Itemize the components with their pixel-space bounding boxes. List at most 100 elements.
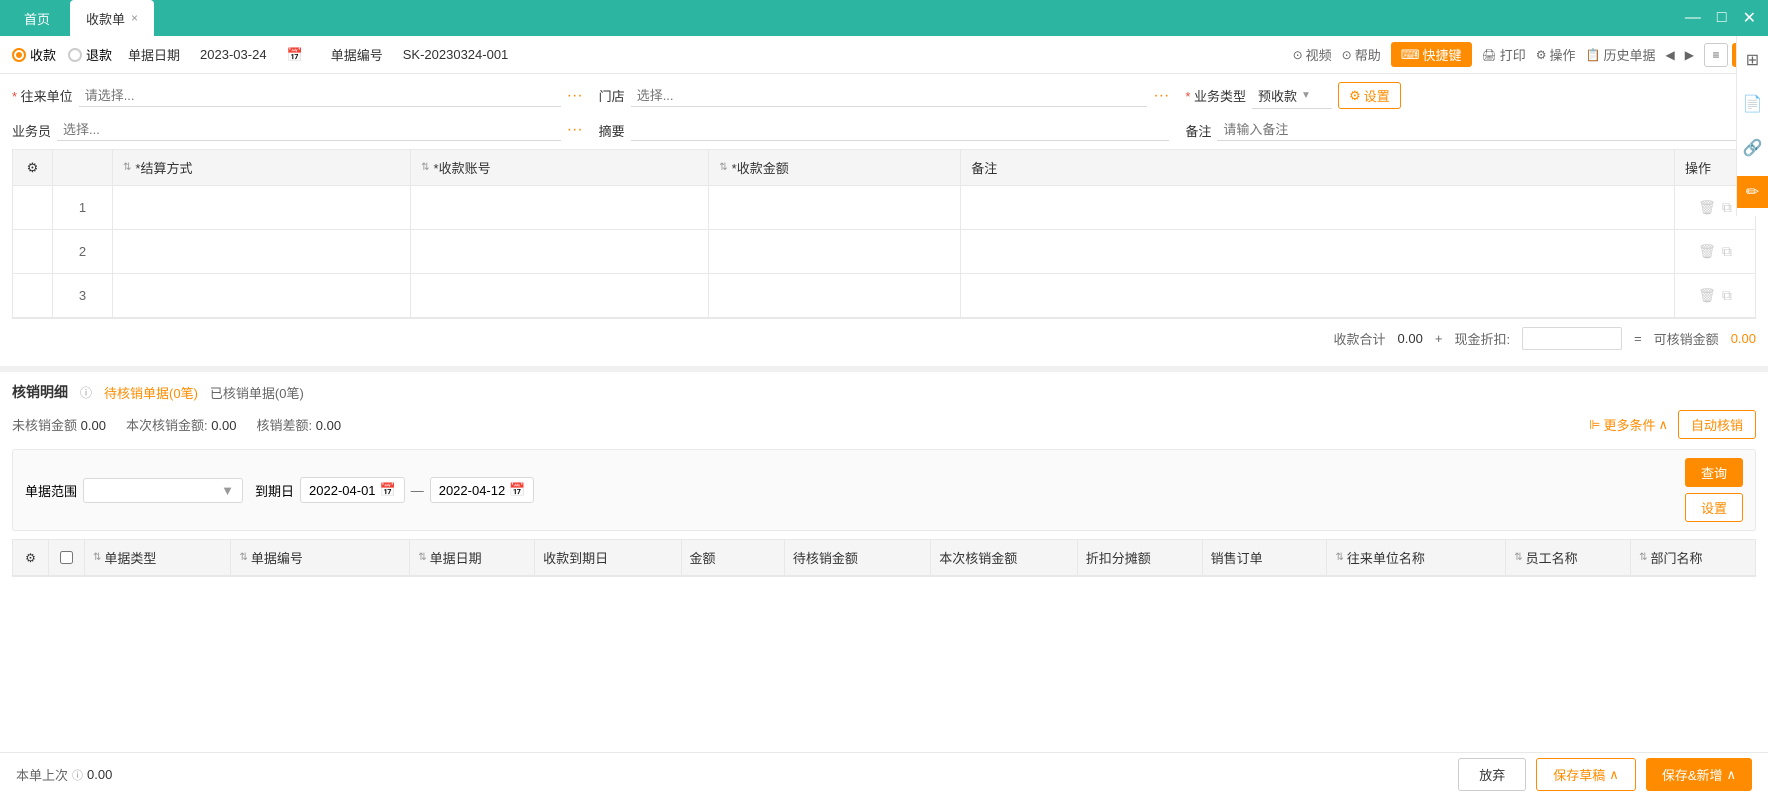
this-recon-label: 本次核销金额: 0.00 xyxy=(126,415,237,434)
date-to-value: 2022-04-12 xyxy=(439,483,506,498)
recon-header: 核销明细 ⓘ 待核销单据(0笔) 已核销单据(0笔) xyxy=(12,382,1756,402)
td-account-1[interactable] xyxy=(411,186,709,229)
bt-checkbox-col[interactable] xyxy=(49,540,85,575)
delete-icon-2[interactable]: 🗑 xyxy=(1698,243,1716,260)
staff-more-icon[interactable]: ··· xyxy=(567,121,583,139)
history-link[interactable]: 📋 历史单据 xyxy=(1586,45,1656,64)
nav-right-icon[interactable]: ▶ xyxy=(1685,48,1694,62)
select-all-checkbox[interactable] xyxy=(60,551,73,564)
td-index-3: 3 xyxy=(53,274,113,317)
sidebar-edit-icon[interactable]: ✏ xyxy=(1737,176,1768,208)
settings-button[interactable]: ⚙ 设置 xyxy=(1338,82,1401,109)
sort-doc-num[interactable]: ⇅ xyxy=(239,552,247,563)
tab-done[interactable]: 已核销单据(0笔) xyxy=(210,383,304,402)
th-index xyxy=(53,150,113,185)
date-to-picker[interactable]: 2022-04-12 📅 xyxy=(430,477,535,503)
sort-staff[interactable]: ⇅ xyxy=(1514,552,1522,563)
td-settle-1[interactable] xyxy=(113,186,411,229)
shortcut-btn[interactable]: ⌨ 快捷键 xyxy=(1391,42,1472,67)
remark-input[interactable] xyxy=(1217,119,1756,141)
td-settle-3[interactable] xyxy=(113,274,411,317)
range-label: 单据范围 xyxy=(25,481,77,500)
radio-receipt[interactable]: 收款 xyxy=(12,45,56,64)
td-amount-1[interactable] xyxy=(709,186,961,229)
counterpart-input[interactable] xyxy=(79,85,561,107)
bottom-bar: 本单上次 ⓘ 0.00 放弃 保存草稿 ∧ 保存&新增 ∧ xyxy=(0,752,1768,796)
store-label: 门店 xyxy=(599,86,625,105)
range-select[interactable]: ▼ xyxy=(83,478,243,503)
sidebar-link-icon[interactable]: 🔗 xyxy=(1737,132,1768,164)
radio-refund[interactable]: 退款 xyxy=(68,45,112,64)
video-link[interactable]: ⊙ 视频 xyxy=(1293,45,1332,64)
draft-button[interactable]: 保存草稿 ∧ xyxy=(1536,758,1636,791)
discount-input[interactable] xyxy=(1522,327,1622,350)
delete-icon-3[interactable]: 🗑 xyxy=(1698,287,1716,304)
staff-input[interactable] xyxy=(57,119,561,141)
td-remark-1[interactable] xyxy=(961,186,1675,229)
sidebar-table-icon[interactable]: ⊞ xyxy=(1737,44,1768,76)
tab-active[interactable]: 收款单 × xyxy=(70,0,154,36)
date-from-picker[interactable]: 2022-04-01 📅 xyxy=(300,477,405,503)
this-order-label: 本单上次 xyxy=(16,765,68,784)
bt-settings-icon[interactable]: ⚙ xyxy=(13,540,49,575)
print-link[interactable]: 🖨 打印 xyxy=(1482,45,1526,64)
maximize-btn[interactable]: □ xyxy=(1713,9,1731,27)
operation-link[interactable]: ⚙ 操作 xyxy=(1536,45,1576,64)
td-amount-3[interactable] xyxy=(709,274,961,317)
more-conditions-btn[interactable]: ⊫ 更多条件 ∧ xyxy=(1589,415,1668,434)
setting-button[interactable]: 设置 xyxy=(1685,493,1743,522)
store-input[interactable] xyxy=(631,85,1148,107)
td-account-2[interactable] xyxy=(411,230,709,273)
copy-icon-1[interactable]: ⧉ xyxy=(1722,199,1732,216)
calendar-icon[interactable]: 📅 xyxy=(287,47,303,63)
tab-close-icon[interactable]: × xyxy=(131,11,138,25)
td-amount-2[interactable] xyxy=(709,230,961,273)
staff-label: 业务员 xyxy=(12,121,51,140)
query-button[interactable]: 查询 xyxy=(1685,458,1743,487)
counterpart-more-icon[interactable]: ··· xyxy=(567,87,583,105)
tab-pending[interactable]: 待核销单据(0笔) xyxy=(104,383,198,402)
tab-home[interactable]: 首页 xyxy=(8,0,66,36)
td-account-3[interactable] xyxy=(411,274,709,317)
table-settings-icon[interactable]: ⚙ xyxy=(13,150,53,185)
copy-icon-2[interactable]: ⧉ xyxy=(1722,243,1732,260)
delete-icon-1[interactable]: 🗑 xyxy=(1698,199,1716,216)
bottom-table: ⚙ ⇅ 单据类型 ⇅ 单据编号 ⇅ 单据日期 收款到期日 xyxy=(12,539,1756,577)
abandon-button[interactable]: 放弃 xyxy=(1458,758,1526,791)
summary-input[interactable] xyxy=(631,119,1170,141)
unchecked-label: 未核销金额 0.00 xyxy=(12,415,106,434)
total-label: 收款合计 xyxy=(1334,329,1386,348)
td-settle-2[interactable] xyxy=(113,230,411,273)
list-view-btn[interactable]: ≡ xyxy=(1704,43,1728,67)
close-btn[interactable]: ✕ xyxy=(1739,8,1760,28)
biz-type-select[interactable]: 预收款 ▼ xyxy=(1252,83,1332,109)
bt-th-dept: ⇅ 部门名称 xyxy=(1631,540,1755,575)
biz-type-label: 业务类型 xyxy=(1185,86,1246,105)
td-remark-2[interactable] xyxy=(961,230,1675,273)
bt-th-counterpart: ⇅ 往来单位名称 xyxy=(1327,540,1506,575)
help-link[interactable]: ⊙ 帮助 xyxy=(1342,45,1381,64)
gear-icon: ⚙ xyxy=(1349,88,1361,104)
nav-left-icon[interactable]: ◀ xyxy=(1666,48,1675,62)
sort-doc-date[interactable]: ⇅ xyxy=(418,552,426,563)
order-info-icon[interactable]: ⓘ xyxy=(72,767,83,783)
save-new-button[interactable]: 保存&新增 ∧ xyxy=(1646,758,1752,791)
store-more-icon[interactable]: ··· xyxy=(1153,87,1169,105)
auto-recon-btn[interactable]: 自动核销 xyxy=(1678,410,1756,439)
due-date-field: 到期日 2022-04-01 📅 — 2022-04-12 📅 xyxy=(255,477,534,503)
copy-icon-3[interactable]: ⧉ xyxy=(1722,287,1732,304)
minimize-btn[interactable]: — xyxy=(1681,9,1705,27)
sort-icon-3[interactable]: ⇅ xyxy=(719,162,727,173)
table-header: ⚙ ⇅ *结算方式 ⇅ *收款账号 ⇅ *收款金额 备注 操作 xyxy=(13,150,1755,186)
sort-icon[interactable]: ⇅ xyxy=(123,162,131,173)
sort-counterpart[interactable]: ⇅ xyxy=(1335,552,1343,563)
sort-doc-type[interactable]: ⇅ xyxy=(93,552,101,563)
sidebar-doc-icon[interactable]: 📄 xyxy=(1737,88,1768,120)
doc-num-value: SK-20230324-001 xyxy=(403,47,509,62)
sort-dept[interactable]: ⇅ xyxy=(1639,552,1647,563)
sort-icon-2[interactable]: ⇅ xyxy=(421,162,429,173)
td-remark-3[interactable] xyxy=(961,274,1675,317)
recon-info-icon[interactable]: ⓘ xyxy=(80,384,92,401)
th-remark-label: 备注 xyxy=(971,158,997,177)
biz-type-field: 业务类型 预收款 ▼ ⚙ 设置 xyxy=(1185,82,1756,109)
